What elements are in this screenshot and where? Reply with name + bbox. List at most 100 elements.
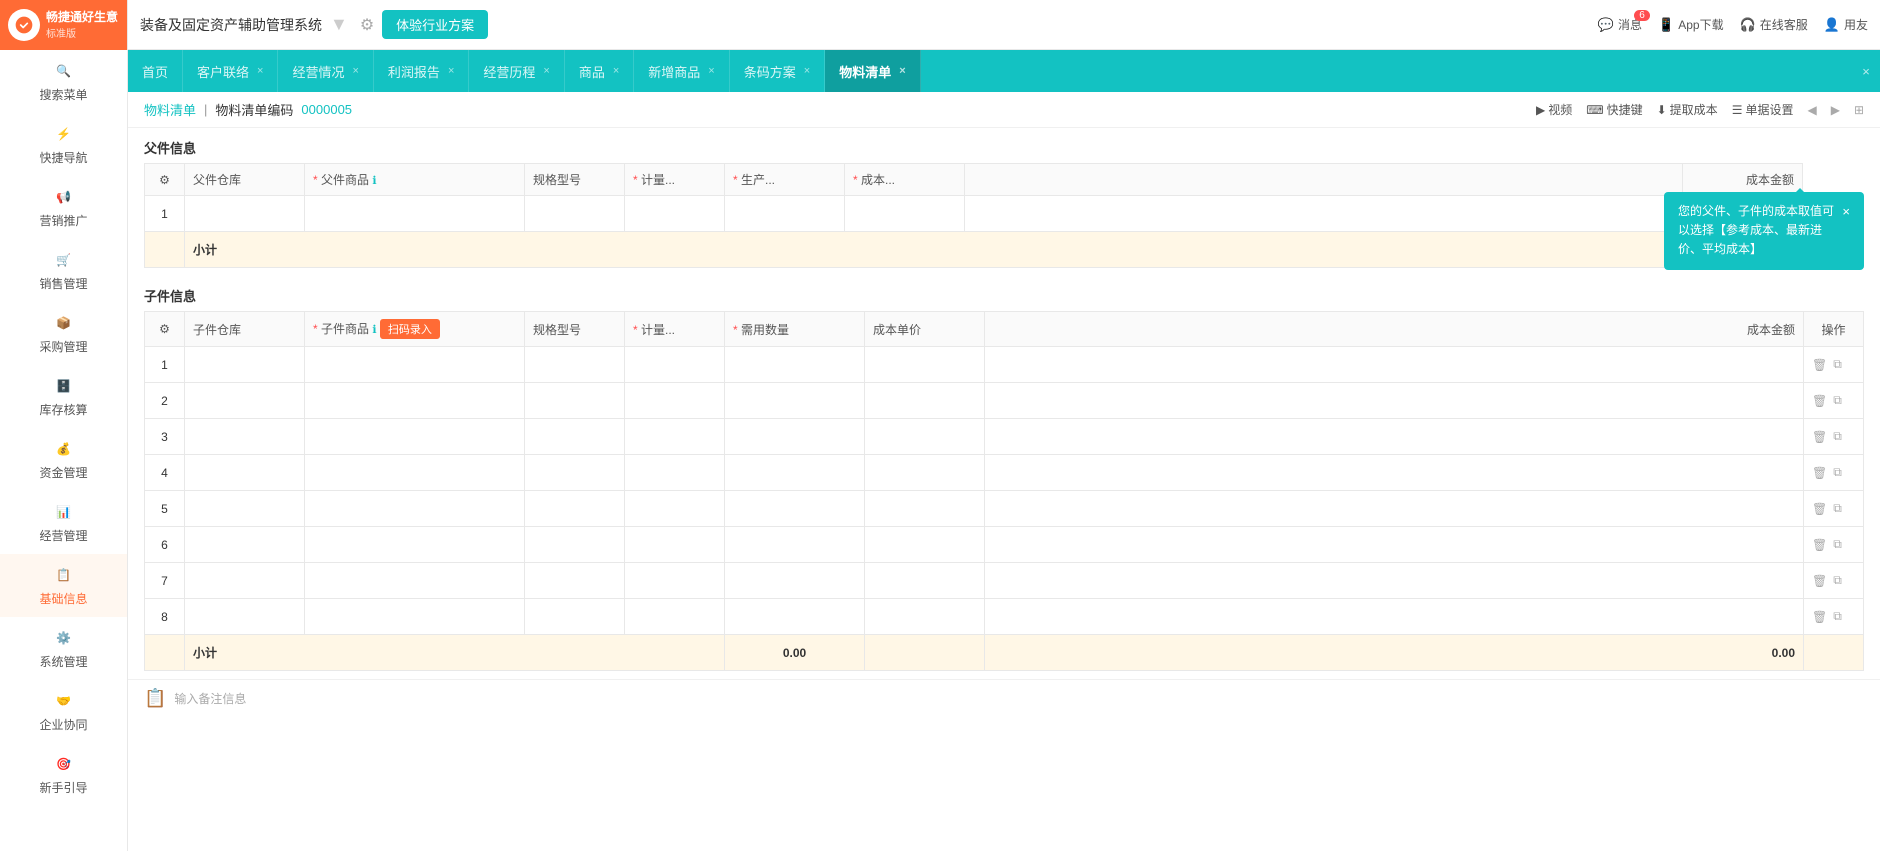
tab-new-products[interactable]: 新增商品 ×: [634, 50, 729, 92]
child-row-6-need-qty[interactable]: [725, 527, 865, 563]
delete-icon-2[interactable]: 🗑: [1812, 394, 1827, 408]
tab-operation-history-close[interactable]: ×: [543, 65, 549, 77]
child-row-3-warehouse[interactable]: [185, 419, 305, 455]
child-row-2-need-qty[interactable]: [725, 383, 865, 419]
sidebar-item-sales[interactable]: 🛒 销售管理: [0, 239, 127, 302]
child-row-7-warehouse[interactable]: [185, 563, 305, 599]
nav-left-icon[interactable]: ◀: [1807, 103, 1816, 117]
copy-icon-7[interactable]: ⧉: [1833, 573, 1842, 588]
delete-icon-5[interactable]: 🗑: [1812, 502, 1827, 516]
child-row-3-qty[interactable]: [625, 419, 725, 455]
child-row-6-spec[interactable]: [525, 527, 625, 563]
child-row-2-qty[interactable]: [625, 383, 725, 419]
parent-row-1-qty[interactable]: [625, 196, 725, 232]
note-icon[interactable]: 📋: [144, 688, 166, 709]
delete-icon-3[interactable]: 🗑: [1812, 430, 1827, 444]
child-row-3-spec[interactable]: [525, 419, 625, 455]
child-col-settings[interactable]: ⚙: [145, 312, 185, 347]
sidebar-item-marketing[interactable]: 📢 营销推广: [0, 176, 127, 239]
tab-barcode[interactable]: 条码方案 ×: [730, 50, 825, 92]
user-item[interactable]: 👤 用友: [1824, 16, 1868, 33]
tab-bom[interactable]: 物料清单 ×: [825, 50, 920, 92]
tab-home[interactable]: 首页: [128, 50, 183, 92]
sidebar-item-search[interactable]: 🔍 搜索菜单: [0, 50, 127, 113]
message-icon-item[interactable]: 💬 6 消息: [1598, 16, 1642, 33]
copy-icon-6[interactable]: ⧉: [1833, 537, 1842, 552]
child-row-6-warehouse[interactable]: [185, 527, 305, 563]
copy-icon-3[interactable]: ⧉: [1833, 429, 1842, 444]
copy-icon-8[interactable]: ⧉: [1833, 609, 1842, 624]
tab-profit-report-close[interactable]: ×: [448, 65, 454, 77]
child-row-7-spec[interactable]: [525, 563, 625, 599]
nav-close-button[interactable]: ×: [1852, 50, 1880, 92]
sidebar-item-system[interactable]: ⚙️ 系统管理: [0, 617, 127, 680]
copy-icon-1[interactable]: ⧉: [1833, 357, 1842, 372]
breadcrumb-link[interactable]: 物料清单: [144, 100, 196, 119]
tab-operation-status-close[interactable]: ×: [352, 65, 358, 77]
child-row-8-warehouse[interactable]: [185, 599, 305, 635]
child-row-2-product[interactable]: [305, 383, 525, 419]
delete-icon-8[interactable]: 🗑: [1812, 610, 1827, 624]
tab-customer[interactable]: 客户联络 ×: [183, 50, 278, 92]
delete-icon-7[interactable]: 🗑: [1812, 574, 1827, 588]
extract-cost-btn[interactable]: ⬇ 提取成本: [1657, 101, 1718, 118]
child-row-4-qty[interactable]: [625, 455, 725, 491]
child-row-8-cost-price[interactable]: [865, 599, 985, 635]
child-row-8-product[interactable]: [305, 599, 525, 635]
parent-row-1-produce[interactable]: [725, 196, 845, 232]
sidebar-item-inventory[interactable]: 🗄️ 库存核算: [0, 365, 127, 428]
delete-icon-6[interactable]: 🗑: [1812, 538, 1827, 552]
child-row-2-warehouse[interactable]: [185, 383, 305, 419]
child-row-1-warehouse[interactable]: [185, 347, 305, 383]
child-row-5-need-qty[interactable]: [725, 491, 865, 527]
sidebar-item-operation[interactable]: 📊 经营管理: [0, 491, 127, 554]
tab-operation-history[interactable]: 经营历程 ×: [469, 50, 564, 92]
child-row-8-need-qty[interactable]: [725, 599, 865, 635]
sidebar-item-quick-nav[interactable]: ⚡ 快捷导航: [0, 113, 127, 176]
child-row-5-warehouse[interactable]: [185, 491, 305, 527]
child-row-3-need-qty[interactable]: [725, 419, 865, 455]
child-row-1-product[interactable]: [305, 347, 525, 383]
child-row-2-spec[interactable]: [525, 383, 625, 419]
child-row-3-cost-price[interactable]: [865, 419, 985, 455]
copy-icon-5[interactable]: ⧉: [1833, 501, 1842, 516]
child-row-1-cost-price[interactable]: [865, 347, 985, 383]
sidebar-item-enterprise[interactable]: 🤝 企业协同: [0, 680, 127, 743]
app-download-item[interactable]: 📱 App下载: [1658, 16, 1724, 33]
delete-icon-1[interactable]: 🗑: [1812, 358, 1827, 372]
child-row-7-qty[interactable]: [625, 563, 725, 599]
child-row-7-product[interactable]: [305, 563, 525, 599]
child-row-6-product[interactable]: [305, 527, 525, 563]
copy-icon-4[interactable]: ⧉: [1833, 465, 1842, 480]
delete-icon-4[interactable]: 🗑: [1812, 466, 1827, 480]
nav-right-icon[interactable]: ▶: [1831, 103, 1840, 117]
trial-button[interactable]: 体验行业方案: [382, 10, 488, 39]
child-row-2-cost-price[interactable]: [865, 383, 985, 419]
child-row-6-cost-price[interactable]: [865, 527, 985, 563]
tooltip-close-btn[interactable]: ×: [1842, 202, 1850, 223]
parent-row-1-product[interactable]: [305, 196, 525, 232]
tab-products[interactable]: 商品 ×: [565, 50, 634, 92]
child-row-5-spec[interactable]: [525, 491, 625, 527]
copy-icon-2[interactable]: ⧉: [1833, 393, 1842, 408]
child-row-4-product[interactable]: [305, 455, 525, 491]
child-row-4-spec[interactable]: [525, 455, 625, 491]
child-row-7-cost-price[interactable]: [865, 563, 985, 599]
parent-col-settings[interactable]: ⚙: [145, 164, 185, 196]
shortcut-btn[interactable]: ⌨ 快捷键: [1586, 101, 1642, 118]
tab-new-products-close[interactable]: ×: [708, 65, 714, 77]
child-row-5-cost-price[interactable]: [865, 491, 985, 527]
tab-profit-report[interactable]: 利润报告 ×: [374, 50, 469, 92]
parent-row-1-spec[interactable]: [525, 196, 625, 232]
child-row-1-qty[interactable]: [625, 347, 725, 383]
service-item[interactable]: 🎧 在线客服: [1740, 16, 1808, 33]
child-row-7-need-qty[interactable]: [725, 563, 865, 599]
single-settings-btn[interactable]: ☰ 单据设置: [1732, 101, 1794, 118]
child-row-1-spec[interactable]: [525, 347, 625, 383]
scan-button[interactable]: 扫码录入: [380, 319, 440, 339]
tab-operation-status[interactable]: 经营情况 ×: [278, 50, 373, 92]
child-row-4-warehouse[interactable]: [185, 455, 305, 491]
child-row-5-product[interactable]: [305, 491, 525, 527]
child-row-3-product[interactable]: [305, 419, 525, 455]
parent-row-1-warehouse[interactable]: [185, 196, 305, 232]
